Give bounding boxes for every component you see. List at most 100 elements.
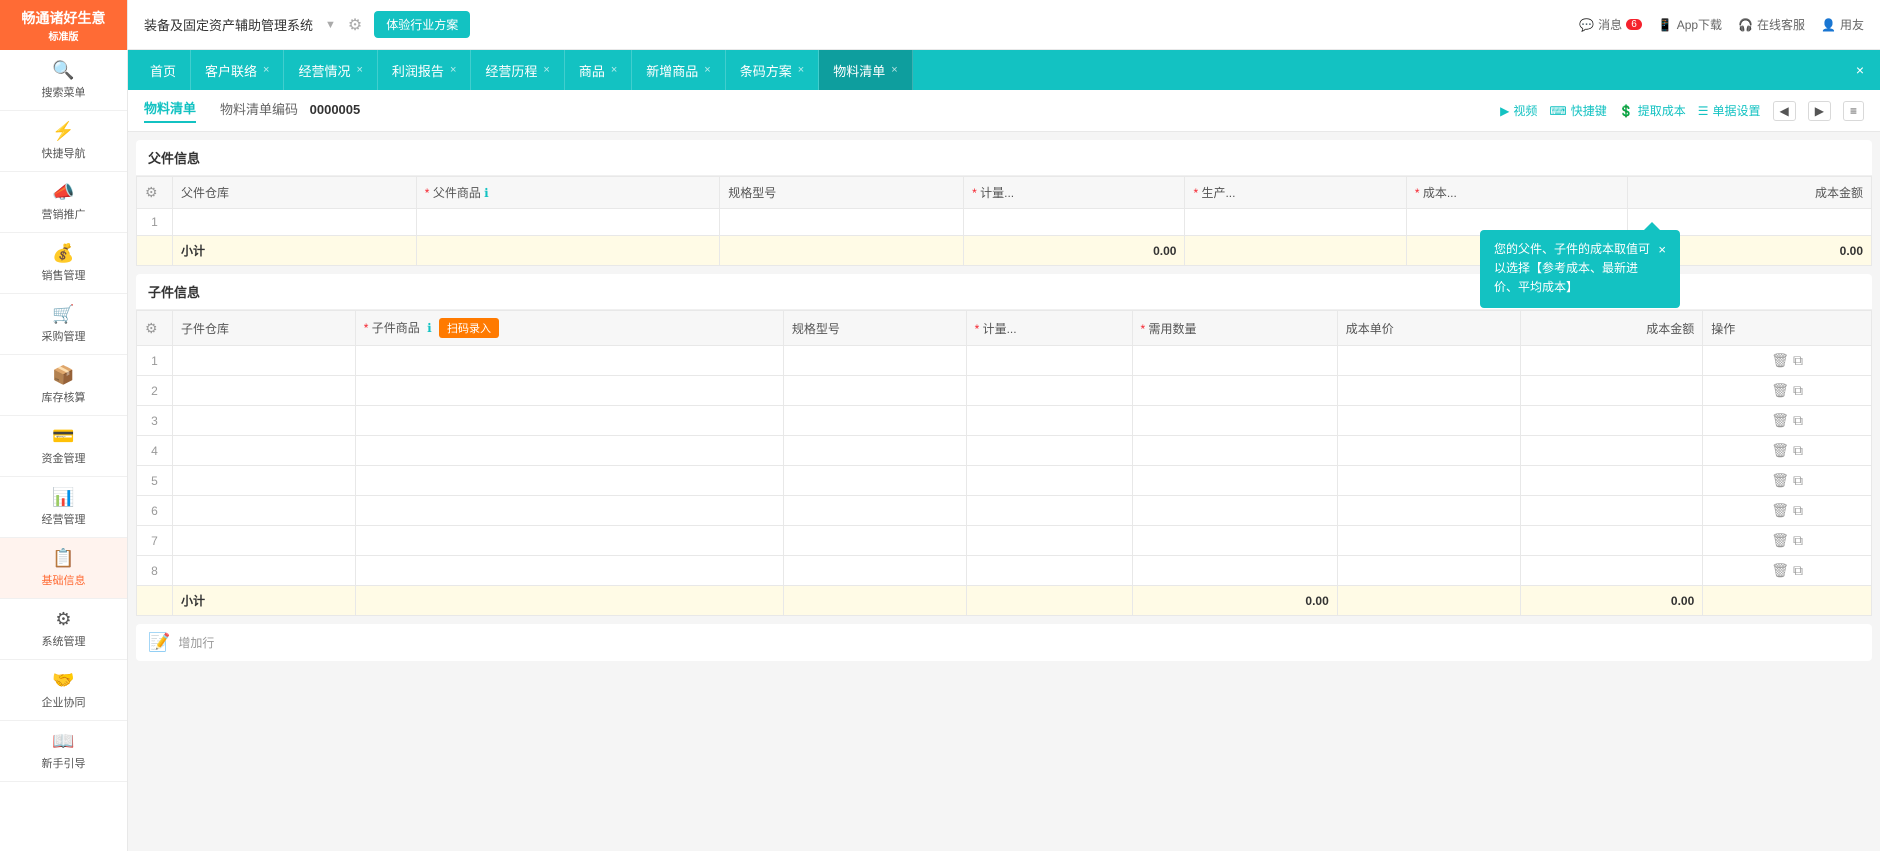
tab-customer-close[interactable]: × [263, 64, 269, 76]
tab-product[interactable]: 商品 × [565, 50, 632, 90]
copy-icon[interactable]: ⧉ [1793, 532, 1803, 549]
child-cell-unit-1[interactable] [966, 376, 1132, 406]
tab-newproduct[interactable]: 新增商品 × [632, 50, 725, 90]
add-row-icon[interactable]: 📝 [148, 632, 170, 653]
child-cell-qty-4[interactable] [1132, 466, 1337, 496]
sidebar-item-sales[interactable]: 💰 销售管理 [0, 233, 127, 294]
copy-icon[interactable]: ⧉ [1793, 412, 1803, 429]
sidebar-item-marketing[interactable]: 📣 营销推广 [0, 172, 127, 233]
child-cell-qty-3[interactable] [1132, 436, 1337, 466]
child-cell-amount-4[interactable] [1520, 466, 1703, 496]
nav-prev[interactable]: ◀ [1773, 101, 1796, 121]
child-cell-product-4[interactable] [355, 466, 783, 496]
settings-icon[interactable]: ⚙ [348, 15, 362, 35]
child-cell-warehouse-1[interactable] [173, 376, 356, 406]
delete-icon[interactable]: 🗑 [1771, 562, 1789, 579]
delete-icon[interactable]: 🗑 [1771, 502, 1789, 519]
child-cell-product-6[interactable] [355, 526, 783, 556]
sidebar-item-quicknav[interactable]: ⚡ 快捷导航 [0, 111, 127, 172]
delete-icon[interactable]: 🗑 [1771, 442, 1789, 459]
child-cell-unit-3[interactable] [966, 436, 1132, 466]
child-cell-product-3[interactable] [355, 436, 783, 466]
child-product-info-icon[interactable]: ℹ [427, 321, 432, 335]
tab-home[interactable]: 首页 [136, 50, 191, 90]
app-download-item[interactable]: 📱 App下载 [1658, 16, 1722, 33]
scan-input-button[interactable]: 扫码录入 [439, 318, 499, 338]
parent-cell-spec[interactable] [720, 209, 964, 236]
child-cell-spec-0[interactable] [783, 346, 966, 376]
sidebar-item-guide[interactable]: 📖 新手引导 [0, 721, 127, 782]
delete-icon[interactable]: 🗑 [1771, 532, 1789, 549]
child-cell-qty-2[interactable] [1132, 406, 1337, 436]
delete-icon[interactable]: 🗑 [1771, 352, 1789, 369]
child-cell-amount-6[interactable] [1520, 526, 1703, 556]
child-cell-unitcost-6[interactable] [1337, 526, 1520, 556]
tab-profit[interactable]: 利润报告 × [378, 50, 471, 90]
child-cell-spec-5[interactable] [783, 496, 966, 526]
sidebar-item-finance[interactable]: 💳 资金管理 [0, 416, 127, 477]
nav-next[interactable]: ▶ [1808, 101, 1831, 121]
child-cell-amount-3[interactable] [1520, 436, 1703, 466]
tab-barcode-close[interactable]: × [798, 64, 804, 76]
child-cell-amount-0[interactable] [1520, 346, 1703, 376]
child-cell-spec-7[interactable] [783, 556, 966, 586]
tab-history[interactable]: 经营历程 × [471, 50, 564, 90]
nav-list[interactable]: ≡ [1843, 101, 1864, 121]
child-cell-warehouse-3[interactable] [173, 436, 356, 466]
child-cell-qty-1[interactable] [1132, 376, 1337, 406]
sidebar-item-search[interactable]: 🔍 搜索菜单 [0, 50, 127, 111]
tab-bom-close[interactable]: × [891, 64, 897, 76]
child-cell-spec-6[interactable] [783, 526, 966, 556]
copy-icon[interactable]: ⧉ [1793, 382, 1803, 399]
child-cell-warehouse-6[interactable] [173, 526, 356, 556]
child-cell-unitcost-1[interactable] [1337, 376, 1520, 406]
tab-newproduct-close[interactable]: × [704, 64, 710, 76]
tab-bom[interactable]: 物料清单 × [819, 50, 912, 90]
tab-product-close[interactable]: × [611, 64, 617, 76]
extract-cost-item[interactable]: 💲 提取成本 [1619, 102, 1686, 119]
child-cell-warehouse-0[interactable] [173, 346, 356, 376]
parent-cell-unit[interactable] [964, 209, 1185, 236]
copy-icon[interactable]: ⧉ [1793, 442, 1803, 459]
child-cell-warehouse-4[interactable] [173, 466, 356, 496]
child-cell-product-7[interactable] [355, 556, 783, 586]
child-cell-unitcost-7[interactable] [1337, 556, 1520, 586]
child-cell-product-5[interactable] [355, 496, 783, 526]
tab-barcode[interactable]: 条码方案 × [726, 50, 819, 90]
child-gear-icon[interactable]: ⚙ [145, 320, 158, 336]
child-cell-qty-7[interactable] [1132, 556, 1337, 586]
page-tab-code[interactable]: 物料清单编码 0000005 [220, 99, 360, 122]
tab-customer[interactable]: 客户联络 × [191, 50, 284, 90]
child-cell-product-0[interactable] [355, 346, 783, 376]
child-cell-amount-5[interactable] [1520, 496, 1703, 526]
child-cell-unitcost-5[interactable] [1337, 496, 1520, 526]
child-cell-spec-1[interactable] [783, 376, 966, 406]
child-cell-amount-7[interactable] [1520, 556, 1703, 586]
delete-icon[interactable]: 🗑 [1771, 472, 1789, 489]
parent-cell-product[interactable] [416, 209, 720, 236]
trial-button[interactable]: 体验行业方案 [374, 11, 470, 38]
copy-icon[interactable]: ⧉ [1793, 352, 1803, 369]
child-cell-unitcost-3[interactable] [1337, 436, 1520, 466]
child-cell-qty-0[interactable] [1132, 346, 1337, 376]
child-cell-warehouse-2[interactable] [173, 406, 356, 436]
sidebar-item-basicinfo[interactable]: 📋 基础信息 [0, 538, 127, 599]
child-cell-unit-0[interactable] [966, 346, 1132, 376]
single-setup-item[interactable]: ☰ 单据设置 [1698, 102, 1761, 119]
child-cell-unit-4[interactable] [966, 466, 1132, 496]
sidebar-item-enterprise[interactable]: 🤝 企业协同 [0, 660, 127, 721]
child-cell-unit-6[interactable] [966, 526, 1132, 556]
child-cell-unit-5[interactable] [966, 496, 1132, 526]
parent-cell-produce[interactable] [1185, 209, 1406, 236]
online-support-item[interactable]: 🎧 在线客服 [1738, 16, 1805, 33]
page-tab-list[interactable]: 物料清单 [144, 98, 196, 123]
close-all-tabs[interactable]: × [1848, 62, 1872, 78]
tab-profit-close[interactable]: × [450, 64, 456, 76]
child-cell-amount-1[interactable] [1520, 376, 1703, 406]
child-cell-spec-2[interactable] [783, 406, 966, 436]
parent-gear-icon[interactable]: ⚙ [145, 184, 158, 200]
child-cell-product-1[interactable] [355, 376, 783, 406]
child-cell-amount-2[interactable] [1520, 406, 1703, 436]
child-cell-warehouse-7[interactable] [173, 556, 356, 586]
sidebar-item-management[interactable]: 📊 经营管理 [0, 477, 127, 538]
